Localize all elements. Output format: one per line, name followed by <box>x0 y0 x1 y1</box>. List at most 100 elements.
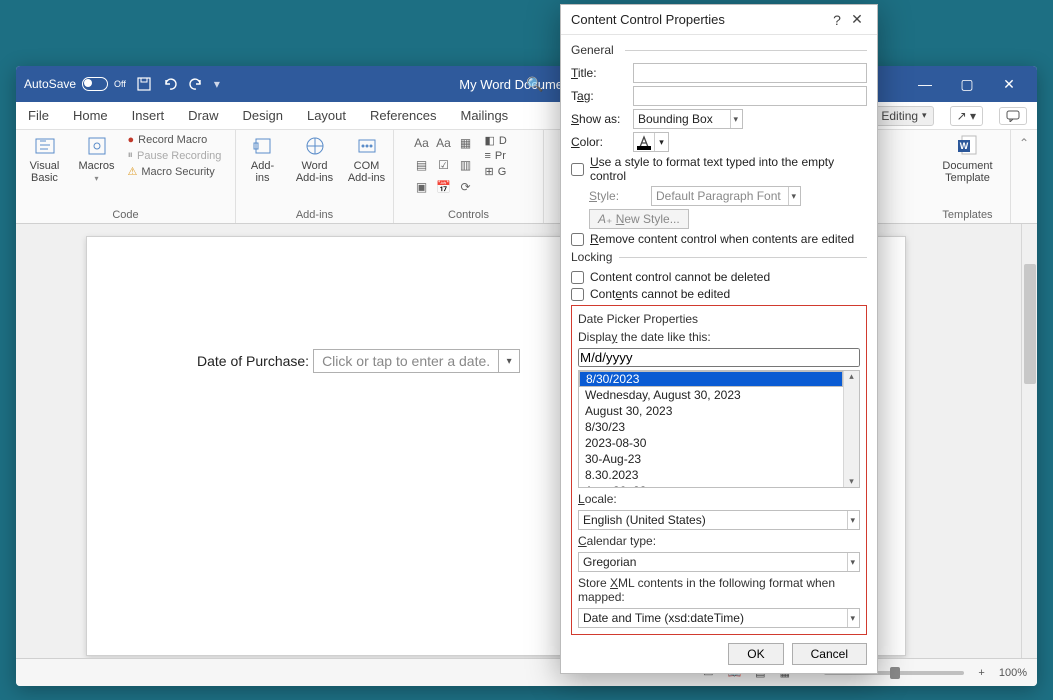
content-control-properties-dialog: Content Control Properties ? ✕ General T… <box>560 4 878 674</box>
status-bar: ▭ 📖 ▤ ▦ − + 100% <box>16 658 1037 686</box>
tag-input[interactable] <box>633 86 867 106</box>
design-mode-icon: ◧ <box>485 134 495 147</box>
close-button[interactable]: ✕ <box>847 11 867 28</box>
share-button[interactable]: ↗ ▾ <box>950 106 983 126</box>
control-picture-icon[interactable]: ▦ <box>457 134 475 152</box>
date-picker-content-control[interactable]: Click or tap to enter a date. ▾ <box>313 349 520 373</box>
use-style-checkbox[interactable] <box>571 163 584 176</box>
design-mode-button[interactable]: ◧D <box>485 134 525 147</box>
collapse-ribbon-icon[interactable]: ⌃ <box>1019 136 1029 150</box>
help-button[interactable]: ? <box>827 12 847 28</box>
tab-references[interactable]: References <box>364 104 442 127</box>
group-button[interactable]: ⊞G <box>485 165 525 178</box>
ribbon: Visual Basic Macros ▾ ●Record Macro ⏸Pau… <box>16 130 1037 224</box>
cannot-delete-label: Content control cannot be deleted <box>590 270 770 284</box>
cannot-edit-checkbox[interactable] <box>571 288 584 301</box>
color-picker[interactable]: ▾ <box>633 132 669 152</box>
list-item[interactable]: 2023-08-30 <box>579 435 843 451</box>
macro-security-button[interactable]: ⚠Macro Security <box>128 165 228 178</box>
tab-mailings[interactable]: Mailings <box>455 104 515 127</box>
record-macro-button[interactable]: ●Record Macro <box>128 134 228 146</box>
control-date-picker-icon[interactable]: 📅 <box>435 178 453 196</box>
minimize-button[interactable]: — <box>913 76 937 93</box>
ok-button[interactable]: OK <box>728 643 783 665</box>
control-combobox-icon[interactable]: ▥ <box>457 156 475 174</box>
show-as-label: Show as: <box>571 112 627 126</box>
control-plain-text-icon[interactable]: Aa <box>435 134 453 152</box>
locale-select[interactable]: English (United States)▾ <box>578 510 860 530</box>
comments-button[interactable] <box>999 107 1027 125</box>
word-addins-icon <box>303 134 327 158</box>
document-template-button[interactable]: W Document Template <box>942 134 992 184</box>
chevron-down-icon: ▾ <box>654 133 668 151</box>
list-item[interactable]: Wednesday, August 30, 2023 <box>579 387 843 403</box>
calendar-type-select[interactable]: Gregorian▾ <box>578 552 860 572</box>
control-dropdown-icon[interactable]: ▣ <box>413 178 431 196</box>
vertical-scrollbar[interactable] <box>1021 224 1037 658</box>
show-as-select[interactable]: Bounding Box▾ <box>633 109 743 129</box>
tab-file[interactable]: File <box>22 104 55 127</box>
scrollbar-thumb[interactable] <box>1024 264 1036 384</box>
list-item[interactable]: August 30, 2023 <box>579 403 843 419</box>
list-item[interactable]: 8.30.2023 <box>579 467 843 483</box>
display-format-input[interactable] <box>578 348 860 367</box>
chevron-down-icon: ▾ <box>847 609 857 627</box>
control-repeating-icon[interactable]: ⟳ <box>457 178 475 196</box>
list-item[interactable]: 8/30/2023 <box>579 371 843 387</box>
locale-label: Locale: <box>578 492 860 506</box>
redo-icon[interactable] <box>188 76 204 92</box>
section-locking: Locking <box>571 250 867 264</box>
remove-control-checkbox[interactable] <box>571 233 584 246</box>
save-icon[interactable] <box>136 76 152 92</box>
slider-knob[interactable] <box>890 667 900 679</box>
search-icon[interactable]: 🔍 <box>526 76 543 93</box>
addins-icon <box>251 134 275 158</box>
cancel-button[interactable]: Cancel <box>792 643 867 665</box>
autosave-label: AutoSave <box>24 77 76 91</box>
control-rich-text-icon[interactable]: Aa <box>413 134 431 152</box>
scroll-up-icon[interactable]: ▴ <box>849 371 854 382</box>
properties-button[interactable]: ≡Pr <box>485 150 525 162</box>
title-label: Title: <box>571 66 627 80</box>
chevron-down-icon[interactable]: ▾ <box>499 350 519 372</box>
tab-layout[interactable]: Layout <box>301 104 352 127</box>
chevron-down-icon: ▾ <box>788 187 798 205</box>
addins-button[interactable]: Add- ins <box>242 134 284 184</box>
ribbon-tabs: File Home Insert Draw Design Layout Refe… <box>16 102 1037 130</box>
share-icon: ↗ <box>957 109 967 123</box>
control-building-block-icon[interactable]: ▤ <box>413 156 431 174</box>
zoom-in-button[interactable]: + <box>978 667 984 679</box>
com-addins-button[interactable]: COM Add-ins <box>346 134 388 184</box>
cannot-delete-checkbox[interactable] <box>571 271 584 284</box>
visual-basic-button[interactable]: Visual Basic <box>24 134 66 184</box>
macros-button[interactable]: Macros ▾ <box>76 134 118 183</box>
title-input[interactable] <box>633 63 867 83</box>
group-label-addins: Add-ins <box>296 209 333 221</box>
autosave-toggle[interactable]: AutoSave Off <box>24 77 126 91</box>
list-item[interactable]: 8/30/23 <box>579 419 843 435</box>
maximize-button[interactable]: ▢ <box>955 76 979 93</box>
undo-icon[interactable] <box>162 76 178 92</box>
format-listbox[interactable]: 8/30/2023 Wednesday, August 30, 2023 Aug… <box>578 370 860 488</box>
dialog-footer: OK Cancel <box>561 635 877 667</box>
word-titlebar: AutoSave Off ▾ My Word Document...▾ 🔍 — … <box>16 66 1037 102</box>
close-button[interactable]: ✕ <box>997 76 1021 93</box>
zoom-level[interactable]: 100% <box>999 667 1027 679</box>
list-item[interactable]: Aug. 30, 23 <box>579 483 843 487</box>
xml-format-select[interactable]: Date and Time (xsd:dateTime)▾ <box>578 608 860 628</box>
list-item[interactable]: 30-Aug-23 <box>579 451 843 467</box>
dialog-titlebar: Content Control Properties ? ✕ <box>561 5 877 35</box>
scroll-down-icon[interactable]: ▾ <box>849 476 854 487</box>
chevron-down-icon: ▾ <box>730 110 740 128</box>
tab-design[interactable]: Design <box>237 104 289 127</box>
word-addins-button[interactable]: Word Add-ins <box>294 134 336 184</box>
window-controls: — ▢ ✕ <box>913 76 1029 93</box>
section-date-picker: Date Picker Properties <box>578 312 860 326</box>
tag-label: Tag: <box>571 89 627 103</box>
ribbon-group-addins: Add- ins Word Add-ins COM Add-ins Add-in… <box>236 130 394 223</box>
tab-home[interactable]: Home <box>67 104 114 127</box>
tab-insert[interactable]: Insert <box>126 104 171 127</box>
listbox-scrollbar[interactable]: ▴▾ <box>843 371 859 487</box>
control-checkbox-icon[interactable]: ☑ <box>435 156 453 174</box>
tab-draw[interactable]: Draw <box>182 104 224 127</box>
